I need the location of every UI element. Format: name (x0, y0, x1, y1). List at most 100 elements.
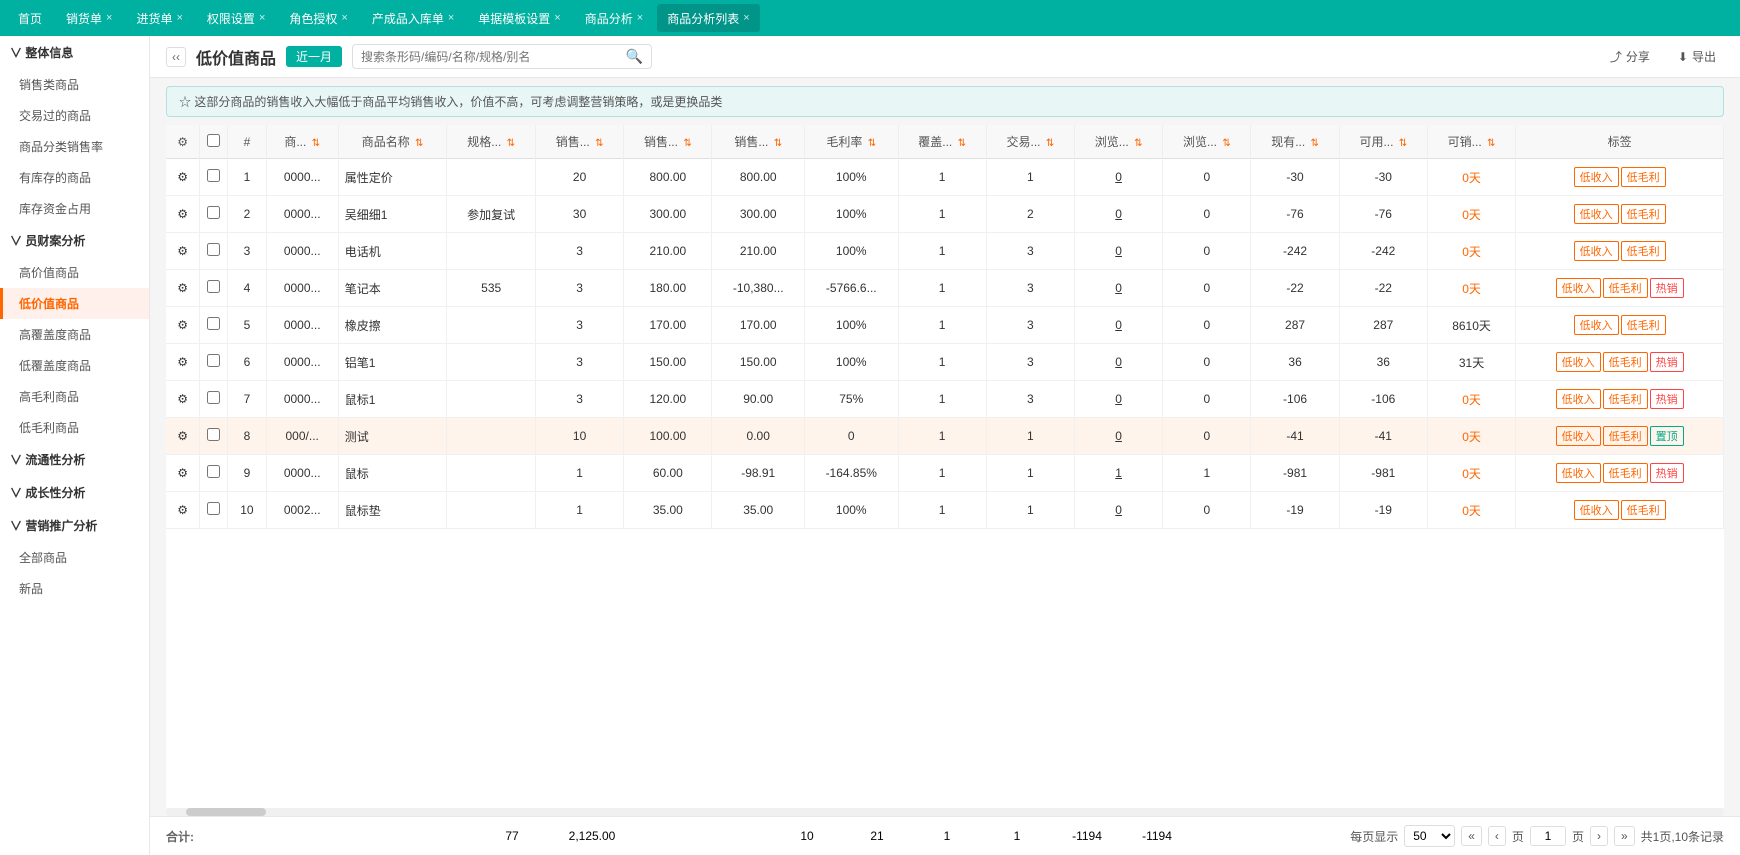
settings-col-header[interactable]: ⚙ (166, 125, 200, 159)
sidebar-item-new-products[interactable]: 新品 (0, 573, 149, 604)
table-row[interactable]: ⚙ 3 0000... 电话机 3 210.00 210.00 100% 1 3… (166, 233, 1724, 270)
col-sales-amt[interactable]: 销售... ⇅ (624, 125, 712, 159)
sidebar-item-stock-products[interactable]: 有库存的商品 (0, 162, 149, 193)
sidebar-item-category-sales-rate[interactable]: 商品分类销售率 (0, 131, 149, 162)
col-saleable[interactable]: 可销... ⇅ (1427, 125, 1515, 159)
nav-product-inbound[interactable]: 产成品入库单 × (362, 4, 464, 32)
nav-purchase-order[interactable]: 进货单 × (126, 4, 192, 32)
sidebar-item-traded-products[interactable]: 交易过的商品 (0, 100, 149, 131)
row-checkbox[interactable] (207, 169, 220, 182)
sidebar-item-low-coverage[interactable]: 低覆盖度商品 (0, 350, 149, 381)
settings-cell[interactable]: ⚙ (166, 270, 200, 307)
checkbox-col-header[interactable] (200, 125, 228, 159)
per-page-select[interactable]: 50 100 200 (1404, 825, 1455, 847)
row-view1[interactable]: 0 (1074, 270, 1162, 307)
prev-page-button[interactable]: ‹ (1488, 826, 1506, 846)
data-table-container[interactable]: ⚙ # 商... ⇅ 商品名称 ⇅ 规格... ⇅ 销售... ⇅ 销售... … (166, 125, 1724, 808)
col-code[interactable]: 商... ⇅ (266, 125, 338, 159)
settings-cell[interactable]: ⚙ (166, 418, 200, 455)
sidebar-item-low-value[interactable]: 低价值商品 (0, 288, 149, 319)
checkbox-cell[interactable] (200, 455, 228, 492)
row-view1[interactable]: 1 (1074, 455, 1162, 492)
view1-link[interactable]: 0 (1115, 281, 1122, 295)
settings-cell[interactable]: ⚙ (166, 196, 200, 233)
row-view1[interactable]: 0 (1074, 196, 1162, 233)
checkbox-cell[interactable] (200, 159, 228, 196)
row-checkbox[interactable] (207, 465, 220, 478)
col-sales-avg[interactable]: 销售... ⇅ (712, 125, 805, 159)
sidebar-group-financial[interactable]: ∨ 员财案分析 (0, 224, 149, 257)
sidebar-item-inventory-funds[interactable]: 库存资金占用 (0, 193, 149, 224)
row-checkbox[interactable] (207, 280, 220, 293)
close-icon[interactable]: × (637, 12, 643, 24)
view1-link[interactable]: 0 (1115, 207, 1122, 221)
view1-link[interactable]: 0 (1115, 318, 1122, 332)
col-current-stock[interactable]: 现有... ⇅ (1251, 125, 1339, 159)
search-icon[interactable]: 🔍 (626, 48, 643, 65)
table-row[interactable]: ⚙ 10 0002... 鼠标垫 1 35.00 35.00 100% 1 1 … (166, 492, 1724, 529)
view1-link[interactable]: 0 (1115, 355, 1122, 369)
nav-product-analysis[interactable]: 商品分析 × (575, 4, 653, 32)
view1-link[interactable]: 0 (1115, 429, 1122, 443)
select-all-checkbox[interactable] (207, 134, 220, 147)
col-transaction[interactable]: 交易... ⇅ (986, 125, 1074, 159)
checkbox-cell[interactable] (200, 344, 228, 381)
checkbox-cell[interactable] (200, 381, 228, 418)
table-row[interactable]: ⚙ 9 0000... 鼠标 1 60.00 -98.91 -164.85% 1… (166, 455, 1724, 492)
settings-cell[interactable]: ⚙ (166, 344, 200, 381)
first-page-button[interactable]: « (1461, 826, 1482, 846)
row-checkbox[interactable] (207, 317, 220, 330)
row-checkbox[interactable] (207, 206, 220, 219)
row-checkbox[interactable] (207, 428, 220, 441)
col-view1[interactable]: 浏览... ⇅ (1074, 125, 1162, 159)
nav-role-auth[interactable]: 角色授权 × (279, 4, 357, 32)
row-checkbox[interactable] (207, 354, 220, 367)
view1-link[interactable]: 0 (1115, 503, 1122, 517)
row-checkbox[interactable] (207, 391, 220, 404)
current-page-input[interactable] (1530, 826, 1566, 846)
sidebar-item-high-margin[interactable]: 高毛利商品 (0, 381, 149, 412)
nav-sales-order[interactable]: 销货单 × (56, 4, 122, 32)
sidebar-group-marketing[interactable]: ∨ 营销推广分析 (0, 509, 149, 542)
settings-cell[interactable]: ⚙ (166, 307, 200, 344)
close-icon[interactable]: × (259, 12, 265, 24)
settings-cell[interactable]: ⚙ (166, 233, 200, 270)
settings-cell[interactable]: ⚙ (166, 159, 200, 196)
nav-product-analysis-list[interactable]: 商品分析列表 × (657, 4, 759, 32)
row-view1[interactable]: 0 (1074, 307, 1162, 344)
sidebar-group-overall[interactable]: ∨ 整体信息 (0, 36, 149, 69)
row-view1[interactable]: 0 (1074, 344, 1162, 381)
col-coverage[interactable]: 覆盖... ⇅ (898, 125, 986, 159)
row-view1[interactable]: 0 (1074, 492, 1162, 529)
row-checkbox[interactable] (207, 502, 220, 515)
col-sales-qty[interactable]: 销售... ⇅ (535, 125, 623, 159)
table-row[interactable]: ⚙ 5 0000... 橡皮擦 3 170.00 170.00 100% 1 3… (166, 307, 1724, 344)
close-icon[interactable]: × (176, 12, 182, 24)
view1-link[interactable]: 1 (1115, 466, 1122, 480)
table-row[interactable]: ⚙ 7 0000... 鼠标1 3 120.00 90.00 75% 1 3 0… (166, 381, 1724, 418)
nav-permission[interactable]: 权限设置 × (197, 4, 275, 32)
row-view1[interactable]: 0 (1074, 233, 1162, 270)
table-row[interactable]: ⚙ 2 0000... 吴细细1 参加复试 30 300.00 300.00 1… (166, 196, 1724, 233)
col-gross-margin[interactable]: 毛利率 ⇅ (805, 125, 899, 159)
checkbox-cell[interactable] (200, 418, 228, 455)
col-spec[interactable]: 规格... ⇅ (447, 125, 536, 159)
sidebar-group-growth[interactable]: ∨ 成长性分析 (0, 476, 149, 509)
table-row[interactable]: ⚙ 1 0000... 属性定价 20 800.00 800.00 100% 1… (166, 159, 1724, 196)
view1-link[interactable]: 0 (1115, 392, 1122, 406)
sidebar-item-high-coverage[interactable]: 高覆盖度商品 (0, 319, 149, 350)
settings-cell[interactable]: ⚙ (166, 381, 200, 418)
last-page-button[interactable]: » (1614, 826, 1635, 846)
search-input[interactable] (361, 50, 620, 64)
view1-link[interactable]: 0 (1115, 244, 1122, 258)
checkbox-cell[interactable] (200, 307, 228, 344)
sidebar-item-sales-products[interactable]: 销售类商品 (0, 69, 149, 100)
sidebar-group-liquidity[interactable]: ∨ 流通性分析 (0, 443, 149, 476)
export-button[interactable]: ⬇ 导出 (1670, 45, 1724, 68)
close-icon[interactable]: × (106, 12, 112, 24)
checkbox-cell[interactable] (200, 196, 228, 233)
col-view2[interactable]: 浏览... ⇅ (1163, 125, 1251, 159)
sidebar-item-low-margin[interactable]: 低毛利商品 (0, 412, 149, 443)
settings-cell[interactable]: ⚙ (166, 455, 200, 492)
row-checkbox[interactable] (207, 243, 220, 256)
